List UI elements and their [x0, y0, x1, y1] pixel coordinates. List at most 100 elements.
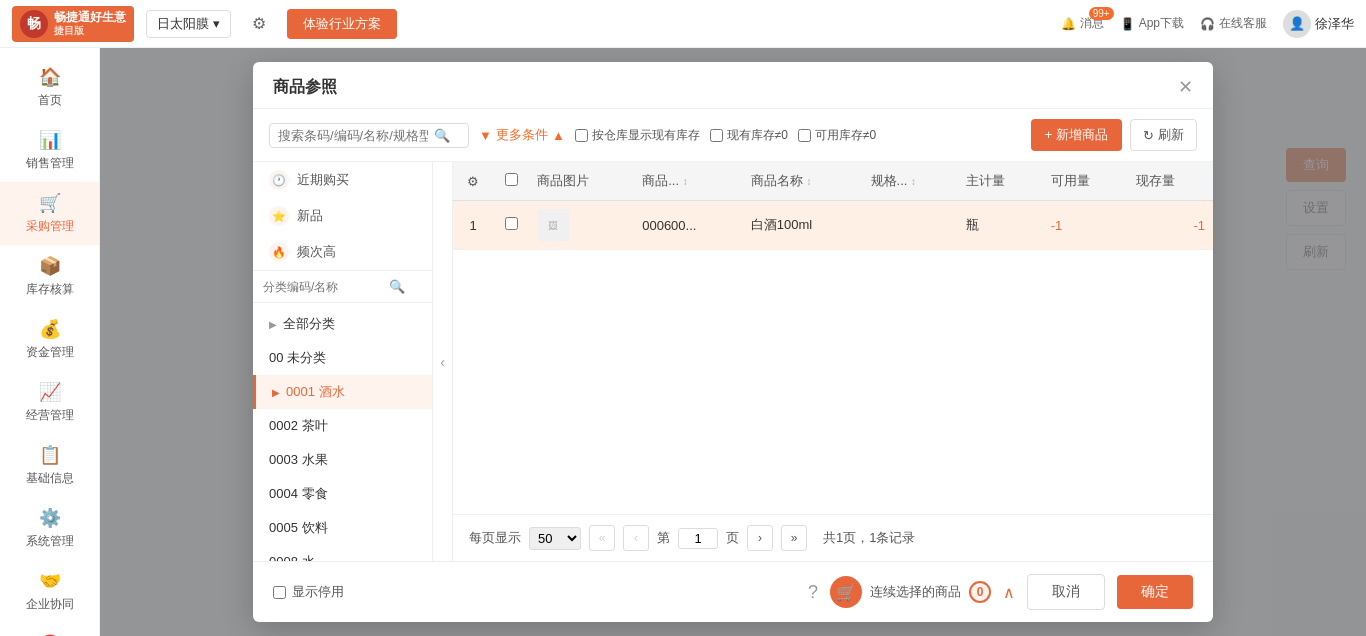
category-00-label: 00 未分类 [269, 349, 326, 367]
checkbox-current-stock[interactable]: 现有库存≠0 [710, 127, 788, 144]
gear-col-icon[interactable]: ⚙ [467, 174, 479, 189]
col-available[interactable]: 可用量 [1043, 162, 1128, 201]
new-icon: ⭐ [269, 206, 289, 226]
sidebar-label-inventory: 库存核算 [26, 281, 74, 298]
prev-page-button[interactable]: ‹ [623, 525, 649, 551]
sidebar-item-finance[interactable]: 💰 资金管理 [0, 308, 99, 371]
row-spec [863, 201, 958, 250]
name-sort-icon: ↕ [806, 176, 811, 187]
select-all-checkbox[interactable] [505, 173, 518, 186]
row-num: 1 [453, 201, 493, 250]
quick-link-new[interactable]: ⭐ 新品 [253, 198, 432, 234]
category-item-all[interactable]: 全部分类 [253, 307, 432, 341]
col-unit[interactable]: 主计量 [958, 162, 1043, 201]
frequent-icon: 🔥 [269, 242, 289, 262]
more-filter-button[interactable]: ▼ 更多条件 ▲ [479, 126, 565, 144]
collapse-panel-button[interactable]: ‹ [433, 162, 453, 561]
sidebar-item-basic[interactable]: 📋 基础信息 [0, 434, 99, 497]
page-number-input[interactable] [678, 528, 718, 549]
show-disabled-checkbox[interactable] [273, 586, 286, 599]
quick-link-recent[interactable]: 🕐 近期购买 [253, 162, 432, 198]
chevron-up-icon[interactable]: ∧ [1003, 583, 1015, 602]
available-stock-checkbox[interactable] [798, 129, 811, 142]
store-selector[interactable]: 日太阳膜 ▾ [146, 10, 231, 38]
category-item-0003[interactable]: 0003 水果 [253, 443, 432, 477]
settings-icon[interactable]: ⚙ [243, 8, 275, 40]
modal-title: 商品参照 [273, 77, 337, 98]
first-page-button[interactable]: « [589, 525, 615, 551]
basic-icon: 📋 [39, 444, 61, 466]
user-avatar: 👤 [1283, 10, 1311, 38]
checkbox-available-stock[interactable]: 可用库存≠0 [798, 127, 876, 144]
frequent-label: 频次高 [297, 243, 336, 261]
purchase-icon: 🛒 [39, 192, 61, 214]
service-nav[interactable]: 🎧 在线客服 [1200, 15, 1267, 32]
category-item-0001[interactable]: 0001 酒水 [253, 375, 432, 409]
category-item-0008[interactable]: 0008 水 [253, 545, 432, 561]
category-search-icon[interactable]: 🔍 [389, 279, 405, 294]
col-code[interactable]: 商品... ↕ [634, 162, 743, 201]
category-item-0005[interactable]: 0005 饮料 [253, 511, 432, 545]
spec-sort-icon: ↕ [911, 176, 916, 187]
sidebar-item-purchase[interactable]: 🛒 采购管理 [0, 182, 99, 245]
user-menu[interactable]: 👤 徐泽华 [1283, 10, 1354, 38]
checkbox-warehouse-stock[interactable]: 按仓库显示现有库存 [575, 127, 700, 144]
col-checkbox-header[interactable] [493, 162, 529, 201]
sidebar-item-guide[interactable]: 🎯 新手引导 [0, 623, 99, 636]
page-suffix: 页 [726, 529, 739, 547]
col-name[interactable]: 商品名称 ↕ [743, 162, 863, 201]
cart-icon[interactable]: 🛒 [830, 576, 862, 608]
app-download-nav[interactable]: 📱 App下载 [1120, 15, 1184, 32]
service-label: 在线客服 [1219, 15, 1267, 32]
last-page-button[interactable]: » [781, 525, 807, 551]
sidebar-item-sales[interactable]: 📊 销售管理 [0, 119, 99, 182]
row-select-checkbox[interactable] [505, 217, 518, 230]
trial-button[interactable]: 体验行业方案 [287, 9, 397, 39]
confirm-button[interactable]: 确定 [1117, 575, 1193, 609]
sidebar-item-system[interactable]: ⚙️ 系统管理 [0, 497, 99, 560]
sidebar-item-corp[interactable]: 🤝 企业协同 [0, 560, 99, 623]
refresh-button[interactable]: ↻ 刷新 [1130, 119, 1197, 151]
row-image: 🖼 [529, 201, 634, 250]
add-product-button[interactable]: + 新增商品 [1031, 119, 1122, 151]
quick-link-frequent[interactable]: 🔥 频次高 [253, 234, 432, 270]
modal-body: 🕐 近期购买 ⭐ 新品 🔥 频次高 [253, 162, 1213, 561]
show-disabled-text: 显示停用 [292, 583, 344, 601]
table-row[interactable]: 1 🖼 000600... 白酒100ml [453, 201, 1213, 250]
search-icon[interactable]: 🔍 [434, 128, 450, 143]
store-selector-arrow: ▾ [213, 16, 220, 31]
sidebar-item-home[interactable]: 🏠 首页 [0, 56, 99, 119]
sidebar-item-inventory[interactable]: 📦 库存核算 [0, 245, 99, 308]
logo: 畅 畅捷通好生意 捷目版 [12, 6, 134, 42]
footer-right: ? 🛒 连续选择的商品 0 ∧ 取消 确定 [808, 574, 1193, 610]
sidebar-item-operations[interactable]: 📈 经营管理 [0, 371, 99, 434]
col-spec[interactable]: 规格... ↕ [863, 162, 958, 201]
show-disabled-label[interactable]: 显示停用 [273, 583, 344, 601]
modal-close-button[interactable]: ✕ [1178, 76, 1193, 98]
message-nav[interactable]: 🔔 消息 99+ [1061, 15, 1104, 32]
col-num: ⚙ [453, 162, 493, 201]
category-all-label: 全部分类 [283, 315, 335, 333]
per-page-select[interactable]: 50 10 20 100 [529, 527, 581, 550]
help-icon[interactable]: ? [808, 582, 818, 603]
quick-links: 🕐 近期购买 ⭐ 新品 🔥 频次高 [253, 162, 432, 271]
nav-right: 🔔 消息 99+ 📱 App下载 🎧 在线客服 👤 徐泽华 [1061, 10, 1354, 38]
product-search-input[interactable] [278, 128, 428, 143]
product-data-table: ⚙ 商品图片 [453, 162, 1213, 250]
logo-text: 畅捷通好生意 [54, 10, 126, 24]
row-checkbox[interactable] [493, 201, 529, 250]
category-search-input[interactable] [263, 280, 383, 294]
category-item-0002[interactable]: 0002 茶叶 [253, 409, 432, 443]
sidebar-label-corp: 企业协同 [26, 596, 74, 613]
warehouse-stock-checkbox[interactable] [575, 129, 588, 142]
category-item-00[interactable]: 00 未分类 [253, 341, 432, 375]
product-reference-modal: 商品参照 ✕ 🔍 ▼ 更多条件 ▲ 按仓 [253, 62, 1213, 622]
sidebar-label-sales: 销售管理 [26, 155, 74, 172]
code-sort-icon: ↕ [683, 176, 688, 187]
cancel-button[interactable]: 取消 [1027, 574, 1105, 610]
category-item-0004[interactable]: 0004 零食 [253, 477, 432, 511]
filter-label: 更多条件 [496, 126, 548, 144]
next-page-button[interactable]: › [747, 525, 773, 551]
current-stock-checkbox[interactable] [710, 129, 723, 142]
col-stock[interactable]: 现存量 [1128, 162, 1213, 201]
